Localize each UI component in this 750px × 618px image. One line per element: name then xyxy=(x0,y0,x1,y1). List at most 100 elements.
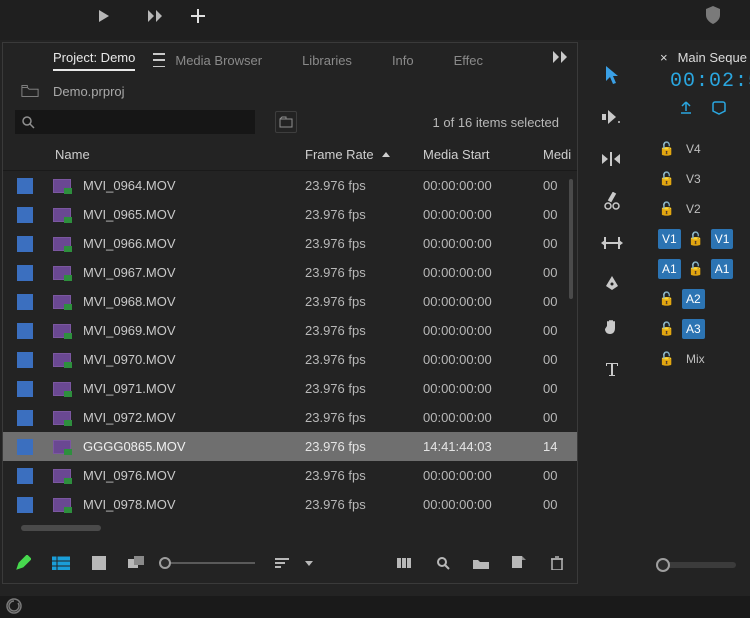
col-media-end[interactable]: Medi xyxy=(543,147,577,162)
label-color[interactable] xyxy=(17,294,33,310)
table-row[interactable]: MVI_0967.MOV23.976 fps00:00:00:0000 xyxy=(3,258,577,287)
clip-name[interactable]: GGGG0865.MOV xyxy=(83,439,305,454)
clip-name[interactable]: MVI_0968.MOV xyxy=(83,294,305,309)
track-row-a2[interactable]: 🔓A2 xyxy=(650,286,750,312)
selection-tool-icon[interactable] xyxy=(597,60,627,90)
table-row[interactable]: MVI_0976.MOV23.976 fps00:00:00:0000 xyxy=(3,461,577,490)
track-row-v1[interactable]: V1🔓V1 xyxy=(650,226,750,252)
lock-icon[interactable]: 🔓 xyxy=(687,260,705,278)
automate-sequence-icon[interactable] xyxy=(395,553,415,573)
icon-view-icon[interactable] xyxy=(89,553,109,573)
clip-name[interactable]: MVI_0965.MOV xyxy=(83,207,305,222)
table-row[interactable]: MVI_0970.MOV23.976 fps00:00:00:0000 xyxy=(3,345,577,374)
lock-icon[interactable]: 🔓 xyxy=(658,200,676,218)
list-view-icon[interactable] xyxy=(51,553,71,573)
clip-name[interactable]: MVI_0972.MOV xyxy=(83,410,305,425)
timeline-scrollbar[interactable] xyxy=(650,560,750,572)
track-row-v2[interactable]: 🔓V2 xyxy=(650,196,750,222)
marker-icon[interactable] xyxy=(712,101,726,118)
table-row[interactable]: MVI_0969.MOV23.976 fps00:00:00:0000 xyxy=(3,316,577,345)
search-field[interactable] xyxy=(15,110,255,134)
panel-menu-icon[interactable] xyxy=(153,53,167,67)
clip-name[interactable]: MVI_0967.MOV xyxy=(83,265,305,280)
tab-effects[interactable]: Effec xyxy=(454,53,483,68)
lock-icon[interactable]: 🔓 xyxy=(687,230,705,248)
ripple-tool-icon[interactable] xyxy=(597,144,627,174)
clip-name[interactable]: MVI_0969.MOV xyxy=(83,323,305,338)
label-color[interactable] xyxy=(17,410,33,426)
clip-name[interactable]: MVI_0978.MOV xyxy=(83,497,305,512)
lock-icon[interactable]: 🔓 xyxy=(658,290,676,308)
clip-name[interactable]: MVI_0971.MOV xyxy=(83,381,305,396)
label-color[interactable] xyxy=(17,178,33,194)
close-sequence-icon[interactable]: × xyxy=(660,50,668,65)
search-input[interactable] xyxy=(41,115,249,129)
track-row-mix[interactable]: 🔓Mix xyxy=(650,346,750,372)
sort-dropdown-icon[interactable] xyxy=(299,553,319,573)
sort-icon[interactable] xyxy=(273,553,293,573)
clip-name[interactable]: MVI_0970.MOV xyxy=(83,352,305,367)
lock-icon[interactable]: 🔓 xyxy=(658,320,676,338)
table-row[interactable]: MVI_0966.MOV23.976 fps00:00:00:0000 xyxy=(3,229,577,258)
label-color[interactable] xyxy=(17,468,33,484)
clip-name[interactable]: MVI_0966.MOV xyxy=(83,236,305,251)
zoom-slider[interactable] xyxy=(165,561,255,565)
lock-icon[interactable]: 🔓 xyxy=(658,350,676,368)
col-frame-rate[interactable]: Frame Rate xyxy=(305,147,423,162)
label-color[interactable] xyxy=(17,236,33,252)
col-media-start[interactable]: Media Start xyxy=(423,147,543,162)
tabs-overflow-icon[interactable] xyxy=(553,51,571,69)
source-v1[interactable]: V1 xyxy=(658,229,681,249)
step-forward-icon[interactable] xyxy=(144,4,168,28)
clip-name[interactable]: MVI_0964.MOV xyxy=(83,178,305,193)
timecode[interactable]: 00:02:51: xyxy=(650,70,750,93)
add-marker-icon[interactable] xyxy=(186,4,210,28)
lock-icon[interactable]: 🔓 xyxy=(658,140,676,158)
label-color[interactable] xyxy=(17,439,33,455)
label-color[interactable] xyxy=(17,207,33,223)
sequence-tab[interactable]: Main Seque xyxy=(678,50,747,65)
label-color[interactable] xyxy=(17,323,33,339)
tab-info[interactable]: Info xyxy=(392,53,414,68)
new-bin-icon[interactable] xyxy=(471,553,491,573)
table-row[interactable]: MVI_0978.MOV23.976 fps00:00:00:0000 xyxy=(3,490,577,519)
track-row-a3[interactable]: 🔓A3 xyxy=(650,316,750,342)
table-row[interactable]: MVI_0964.MOV23.976 fps00:00:00:0000 xyxy=(3,171,577,200)
table-row[interactable]: MVI_0968.MOV23.976 fps00:00:00:0000 xyxy=(3,287,577,316)
play-icon[interactable] xyxy=(92,4,116,28)
vertical-scrollbar[interactable] xyxy=(567,171,575,519)
cc-logo-icon[interactable] xyxy=(6,598,22,617)
track-select-tool-icon[interactable] xyxy=(597,102,627,132)
clip-name[interactable]: MVI_0976.MOV xyxy=(83,468,305,483)
track-row-a1[interactable]: A1🔓A1 xyxy=(650,256,750,282)
horizontal-scrollbar[interactable] xyxy=(15,523,565,533)
tab-libraries[interactable]: Libraries xyxy=(302,53,352,68)
track-row-v4[interactable]: 🔓V4 xyxy=(650,136,750,162)
source-a1[interactable]: A1 xyxy=(658,259,681,279)
col-name[interactable]: Name xyxy=(53,147,305,162)
freeform-view-icon[interactable] xyxy=(127,553,147,573)
pen-tool-icon[interactable] xyxy=(597,270,627,300)
track-row-v3[interactable]: 🔓V3 xyxy=(650,166,750,192)
trash-icon[interactable] xyxy=(547,553,567,573)
snap-icon[interactable] xyxy=(678,101,694,118)
find-icon[interactable] xyxy=(433,553,453,573)
slip-tool-icon[interactable] xyxy=(597,228,627,258)
hand-tool-icon[interactable] xyxy=(597,312,627,342)
table-row[interactable]: GGGG0865.MOV23.976 fps14:41:44:0314 xyxy=(3,432,577,461)
label-color[interactable] xyxy=(17,497,33,513)
type-tool-icon[interactable] xyxy=(597,354,627,384)
table-row[interactable]: MVI_0971.MOV23.976 fps00:00:00:0000 xyxy=(3,374,577,403)
new-item-icon[interactable] xyxy=(509,553,529,573)
tab-project[interactable]: Project: Demo xyxy=(53,50,135,71)
label-color[interactable] xyxy=(17,265,33,281)
table-row[interactable]: MVI_0965.MOV23.976 fps00:00:00:0000 xyxy=(3,200,577,229)
tab-media-browser[interactable]: Media Browser xyxy=(175,53,262,68)
lock-icon[interactable]: 🔓 xyxy=(658,170,676,188)
write-pencil-icon[interactable] xyxy=(13,553,33,573)
label-color[interactable] xyxy=(17,352,33,368)
table-row[interactable]: MVI_0972.MOV23.976 fps00:00:00:0000 xyxy=(3,403,577,432)
razor-tool-icon[interactable] xyxy=(597,186,627,216)
new-search-bin-icon[interactable] xyxy=(275,111,297,133)
label-color[interactable] xyxy=(17,381,33,397)
